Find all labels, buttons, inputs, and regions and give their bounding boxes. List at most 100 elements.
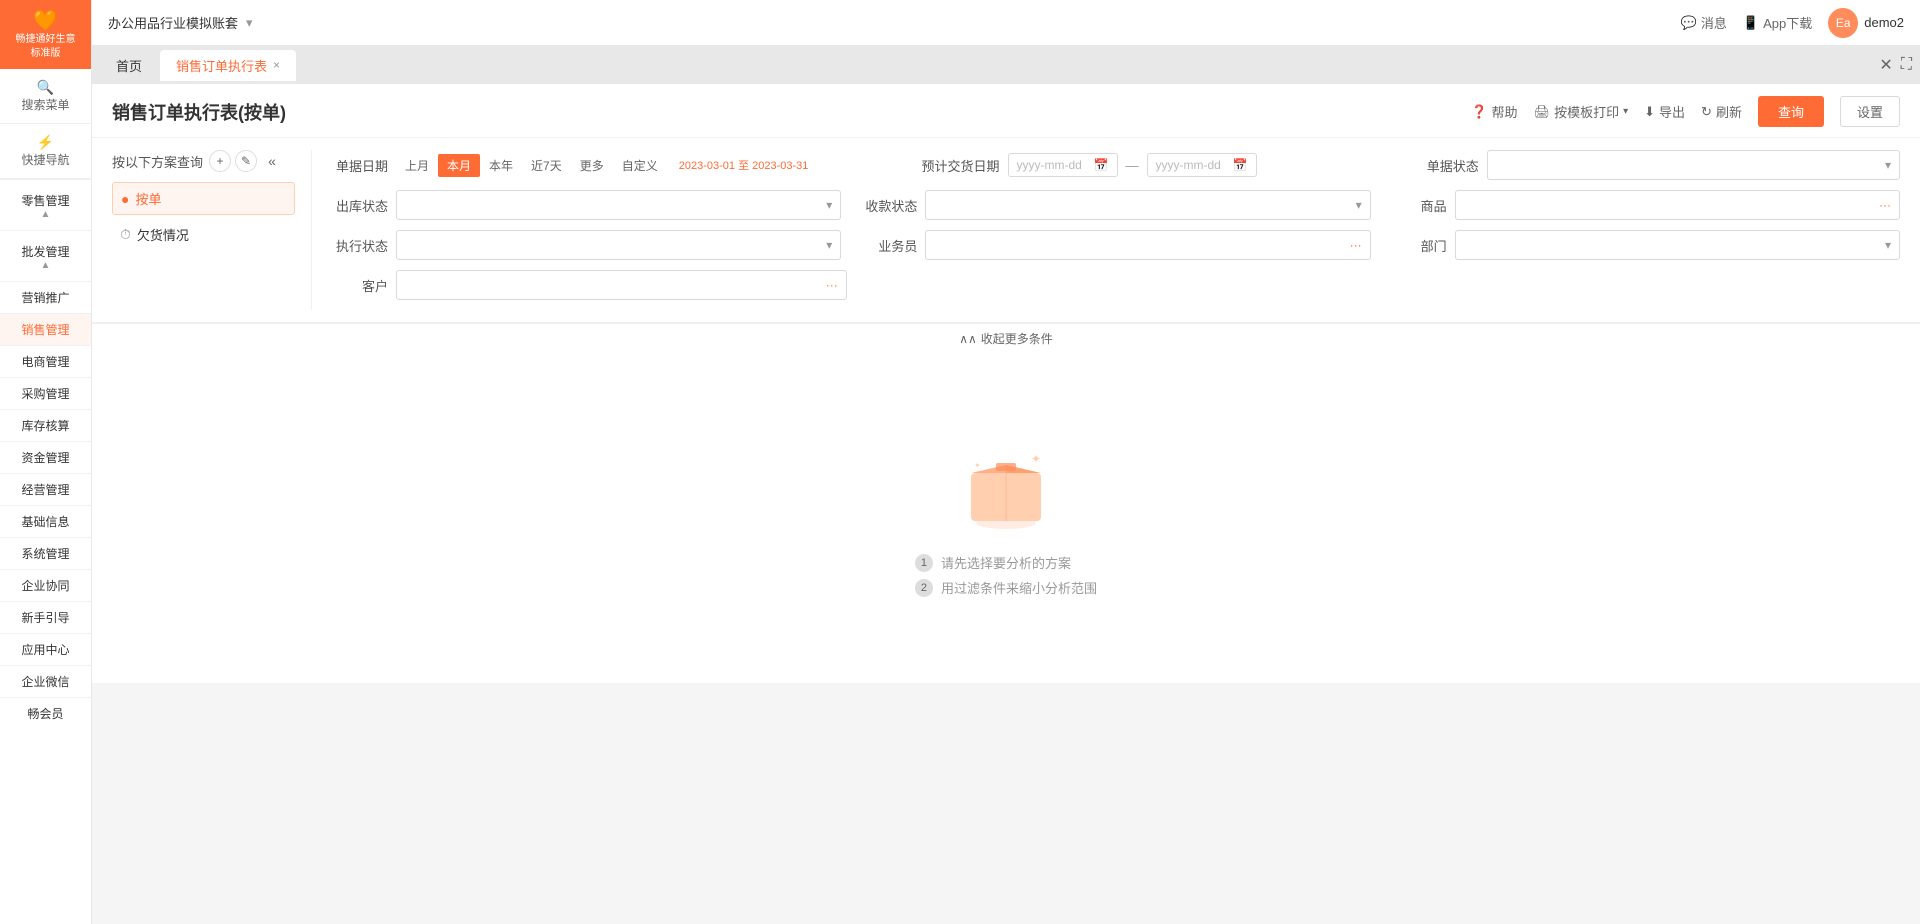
dept-select[interactable]: ▾ <box>1455 230 1900 260</box>
sidebar-item-newguide[interactable]: 新手引导 <box>0 602 91 634</box>
scheme-item-欠货情况[interactable]: ⏱ 欠货情况 <box>112 219 295 250</box>
filter-row-4: 客户 ··· <box>328 270 1900 300</box>
sidebar-item-purchase[interactable]: 采购管理 <box>0 378 91 410</box>
tab-close-window-icon[interactable]: ✕ <box>1879 55 1892 75</box>
scheme-label-按单: 按单 <box>135 189 161 208</box>
salesperson-more-icon[interactable]: ··· <box>1350 238 1362 252</box>
sidebar-wholesale-label: 批发管理 <box>21 243 69 260</box>
goods-group: 商品 ··· <box>1387 190 1900 220</box>
salesperson-label: 业务员 <box>857 236 917 255</box>
sidebar-operations-label: 经营管理 <box>0 481 91 498</box>
search-button[interactable]: 查询 <box>1758 96 1824 127</box>
hint-text-2: 用过滤条件来缩小分析范围 <box>941 578 1097 597</box>
customer-select[interactable]: ··· <box>396 270 847 300</box>
date-filter-group: 单据日期 上月 本月 本年 近7天 更多 自定义 <box>328 154 906 177</box>
tabbar-actions: ✕ ⛶ <box>1879 55 1912 75</box>
filter-section-label: 按以下方案查询 <box>112 152 203 171</box>
status-select[interactable]: ▾ <box>1487 150 1900 180</box>
tabbar: 首页 销售订单执行表 × ✕ ⛶ <box>92 46 1920 84</box>
date-tab-lastmonth[interactable]: 上月 <box>396 154 438 177</box>
salesperson-group: 业务员 ··· <box>857 230 1370 260</box>
topbar-title: 办公用品行业模拟账套 <box>108 13 238 32</box>
scheme-item-按单[interactable]: ● 按单 <box>112 182 295 215</box>
sidebar-item-member[interactable]: 畅会员 <box>0 698 91 729</box>
salesperson-select[interactable]: ··· <box>925 230 1370 260</box>
print-button[interactable]: 🖨 按模板打印 ▾ <box>1534 102 1629 121</box>
sidebar-appcenter-label: 应用中心 <box>0 641 91 658</box>
collapse-more-bar[interactable]: ∧∧ 收起更多条件 <box>92 323 1920 353</box>
sidebar-item-ecommerce[interactable]: 电商管理 <box>0 346 91 378</box>
filter-area: 按以下方案查询 + ✎ « <box>92 138 1920 323</box>
sidebar-item-wholesale[interactable]: 批发管理 ▲ <box>0 231 91 282</box>
sidebar-item-appcenter[interactable]: 应用中心 <box>0 634 91 666</box>
app-logo[interactable]: 🧡 畅捷通好生意 标准版 <box>0 0 91 69</box>
expected-date-end[interactable]: yyyy-mm-dd 📅 <box>1147 153 1257 177</box>
empty-icon: ✦ ✦ <box>956 433 1056 533</box>
sidebar-item-marketing[interactable]: 营销推广 <box>0 282 91 314</box>
topbar-dropdown-icon[interactable]: ▾ <box>246 15 253 31</box>
status-select-arrow: ▾ <box>1885 158 1891 172</box>
help-button[interactable]: ❓ 帮助 <box>1471 102 1517 121</box>
payment-status-label: 收款状态 <box>857 196 917 215</box>
goods-more-icon[interactable]: ··· <box>1879 198 1891 212</box>
date-tab-thisyear[interactable]: 本年 <box>480 154 522 177</box>
delivery-status-select[interactable]: ▾ <box>396 190 841 220</box>
sidebar-item-weixin[interactable]: 企业微信 <box>0 666 91 698</box>
goods-label: 商品 <box>1387 196 1447 215</box>
app-download-action[interactable]: 📱 App下载 <box>1743 13 1812 32</box>
refresh-button[interactable]: ↻ 刷新 <box>1701 102 1742 121</box>
collapse-panel-button[interactable]: « <box>261 150 283 172</box>
expected-date-start[interactable]: yyyy-mm-dd 📅 <box>1008 153 1118 177</box>
sidebar-item-enterprise[interactable]: 企业协同 <box>0 570 91 602</box>
tab-home[interactable]: 首页 <box>100 50 158 81</box>
sidebar-quick-nav[interactable]: ⚡ 快捷导航 <box>0 124 91 179</box>
sidebar: 🧡 畅捷通好生意 标准版 🔍 搜索菜单 ⚡ 快捷导航 零售管理 ▲ 批发管理 ▲… <box>0 0 92 924</box>
tab-close-icon[interactable]: × <box>273 58 280 72</box>
delivery-status-group: 出库状态 ▾ <box>328 190 841 220</box>
sidebar-sales-label: 销售管理 <box>0 321 91 338</box>
avatar[interactable]: Ea <box>1828 8 1858 38</box>
export-button[interactable]: ⬇ 导出 <box>1644 102 1685 121</box>
exec-status-select[interactable]: ▾ <box>396 230 841 260</box>
sidebar-item-operations[interactable]: 经营管理 <box>0 474 91 506</box>
date-tab-more[interactable]: 更多 <box>571 154 613 177</box>
expected-date-end-placeholder: yyyy-mm-dd <box>1156 158 1221 172</box>
topbar-right: 💬 消息 📱 App下载 Ea demo2 <box>1681 8 1904 38</box>
svg-text:✦: ✦ <box>1031 452 1041 466</box>
exec-status-label: 执行状态 <box>328 236 388 255</box>
sidebar-member-label: 畅会员 <box>0 705 91 722</box>
status-filter-group: 单据状态 ▾ <box>1419 150 1900 180</box>
goods-select[interactable]: ··· <box>1455 190 1900 220</box>
hint-text-1: 请先选择要分析的方案 <box>941 553 1071 572</box>
page-container: 销售订单执行表(按单) ❓ 帮助 🖨 按模板打印 ▾ ⬇ 导出 <box>92 84 1920 683</box>
edit-scheme-button[interactable]: ✎ <box>235 150 257 172</box>
sidebar-item-system[interactable]: 系统管理 <box>0 538 91 570</box>
date-tab-7days[interactable]: 近7天 <box>522 154 571 177</box>
export-icon: ⬇ <box>1644 104 1655 120</box>
settings-button[interactable]: 设置 <box>1840 96 1900 127</box>
collapse-icon: « <box>268 153 276 169</box>
customer-more-icon[interactable]: ··· <box>826 278 838 292</box>
sidebar-item-finance[interactable]: 资金管理 <box>0 442 91 474</box>
dept-group: 部门 ▾ <box>1387 230 1900 260</box>
add-icon: + <box>217 154 224 168</box>
export-label: 导出 <box>1659 102 1685 121</box>
sidebar-search[interactable]: 🔍 搜索菜单 <box>0 69 91 124</box>
add-scheme-button[interactable]: + <box>209 150 231 172</box>
message-action[interactable]: 💬 消息 <box>1681 13 1727 32</box>
sidebar-item-retail[interactable]: 零售管理 ▲ <box>0 180 91 231</box>
payment-status-select[interactable]: ▾ <box>925 190 1370 220</box>
date-tab-thismonth[interactable]: 本月 <box>438 154 480 177</box>
sidebar-item-basic[interactable]: 基础信息 <box>0 506 91 538</box>
date-tab-custom[interactable]: 自定义 <box>613 154 667 177</box>
tab-active-label: 销售订单执行表 <box>176 56 267 75</box>
sidebar-finance-label: 资金管理 <box>0 449 91 466</box>
delivery-status-label: 出库状态 <box>328 196 388 215</box>
user-area[interactable]: Ea demo2 <box>1828 8 1904 38</box>
sidebar-item-sales[interactable]: 销售管理 <box>0 314 91 346</box>
search-menu-label: 搜索菜单 <box>21 96 69 113</box>
tab-expand-icon[interactable]: ⛶ <box>1901 56 1912 74</box>
tab-sales-order[interactable]: 销售订单执行表 × <box>160 50 296 81</box>
sidebar-item-inventory[interactable]: 库存核算 <box>0 410 91 442</box>
date-input-group: 上月 本月 本年 近7天 更多 自定义 2023-03-01 至 2023-03… <box>396 154 906 177</box>
